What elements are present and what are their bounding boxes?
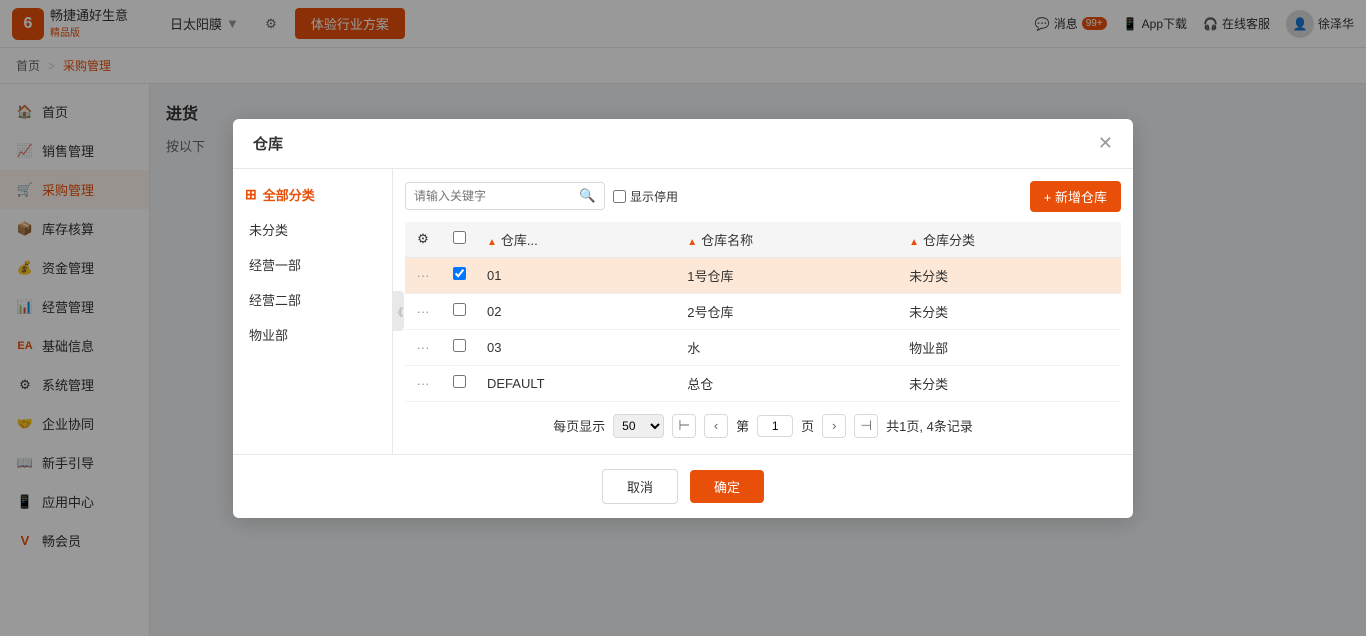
- col-category: ▲仓库分类: [899, 222, 1121, 258]
- search-input[interactable]: [406, 184, 571, 208]
- row-checkbox[interactable]: [441, 257, 477, 293]
- row-category: 未分类: [899, 365, 1121, 401]
- close-icon[interactable]: ✕: [1098, 133, 1113, 154]
- cat-item-unclassified[interactable]: 未分类: [233, 212, 392, 247]
- table-row[interactable]: ··· 02 2号仓库 未分类: [405, 293, 1121, 329]
- row-code: 01: [477, 257, 677, 293]
- page-number-input[interactable]: [757, 415, 793, 437]
- table-area: 🔍 显示停用 + 新增仓库 ⚙ ▲仓库...: [393, 169, 1133, 454]
- modal-body: ⊞ 全部分类 未分类 经营一部 经营二部 物业部 《 🔍: [233, 169, 1133, 454]
- modal-footer: 取消 确定: [233, 454, 1133, 518]
- col-name: ▲仓库名称: [677, 222, 899, 258]
- show-disabled-label: 显示停用: [613, 188, 678, 205]
- show-disabled-checkbox[interactable]: [613, 190, 626, 203]
- row-checkbox[interactable]: [441, 293, 477, 329]
- row-name: 总仓: [677, 365, 899, 401]
- grid-icon: ⊞: [245, 186, 257, 203]
- page-first-btn[interactable]: ⊢: [672, 414, 696, 438]
- page-label: 页: [801, 416, 814, 435]
- select-all-checkbox[interactable]: [453, 231, 466, 244]
- row-checkbox[interactable]: [441, 329, 477, 365]
- warehouse-modal: 仓库 ✕ ⊞ 全部分类 未分类 经营一部 经营二部 物业部 《: [233, 119, 1133, 518]
- category-sidebar: ⊞ 全部分类 未分类 经营一部 经营二部 物业部 《: [233, 169, 393, 454]
- add-warehouse-btn[interactable]: + 新增仓库: [1030, 181, 1121, 212]
- page-last-btn[interactable]: ⊣: [854, 414, 878, 438]
- row-category: 未分类: [899, 257, 1121, 293]
- modal-title: 仓库: [253, 133, 283, 154]
- confirm-button[interactable]: 确定: [690, 470, 764, 503]
- col-check: [441, 222, 477, 258]
- row-name: 2号仓库: [677, 293, 899, 329]
- row-checkbox[interactable]: [441, 365, 477, 401]
- col-gear: ⚙: [405, 222, 441, 258]
- page-label-first: 第: [736, 416, 749, 435]
- search-input-wrap: 🔍: [405, 182, 605, 210]
- row-name: 水: [677, 329, 899, 365]
- row-code: 03: [477, 329, 677, 365]
- row-category: 物业部: [899, 329, 1121, 365]
- per-page-label: 每页显示: [553, 416, 605, 435]
- search-icon[interactable]: 🔍: [571, 183, 604, 209]
- row-actions[interactable]: ···: [405, 293, 441, 329]
- page-next-btn[interactable]: ›: [822, 414, 846, 438]
- all-categories-label: 全部分类: [263, 185, 315, 204]
- row-name: 1号仓库: [677, 257, 899, 293]
- page-summary: 共1页, 4条记录: [886, 416, 973, 435]
- row-category: 未分类: [899, 293, 1121, 329]
- row-code: DEFAULT: [477, 365, 677, 401]
- table-row[interactable]: ··· 01 1号仓库 未分类: [405, 257, 1121, 293]
- per-page-select[interactable]: 50 10 20 100: [613, 414, 664, 438]
- all-categories[interactable]: ⊞ 全部分类: [233, 177, 392, 212]
- table-toolbar: 🔍 显示停用 + 新增仓库: [405, 181, 1121, 212]
- row-actions[interactable]: ···: [405, 329, 441, 365]
- cat-item-ops1[interactable]: 经营一部: [233, 247, 392, 282]
- cat-item-ops2[interactable]: 经营二部: [233, 282, 392, 317]
- collapse-btn[interactable]: 《: [392, 291, 404, 331]
- cancel-button[interactable]: 取消: [602, 469, 678, 504]
- page-prev-btn[interactable]: ‹: [704, 414, 728, 438]
- col-code: ▲仓库...: [477, 222, 677, 258]
- modal-overlay[interactable]: 仓库 ✕ ⊞ 全部分类 未分类 经营一部 经营二部 物业部 《: [0, 0, 1366, 636]
- warehouse-table: ⚙ ▲仓库... ▲仓库名称 ▲仓库分类 ··· 01 1号仓库 未分类 ···…: [405, 222, 1121, 402]
- pagination: 每页显示 50 10 20 100 ⊢ ‹ 第 页 › ⊣ 共1页, 4条记录: [405, 402, 1121, 442]
- row-code: 02: [477, 293, 677, 329]
- table-row[interactable]: ··· 03 水 物业部: [405, 329, 1121, 365]
- cat-item-property[interactable]: 物业部: [233, 317, 392, 352]
- modal-header: 仓库 ✕: [233, 119, 1133, 169]
- table-row[interactable]: ··· DEFAULT 总仓 未分类: [405, 365, 1121, 401]
- row-actions[interactable]: ···: [405, 365, 441, 401]
- row-actions[interactable]: ···: [405, 257, 441, 293]
